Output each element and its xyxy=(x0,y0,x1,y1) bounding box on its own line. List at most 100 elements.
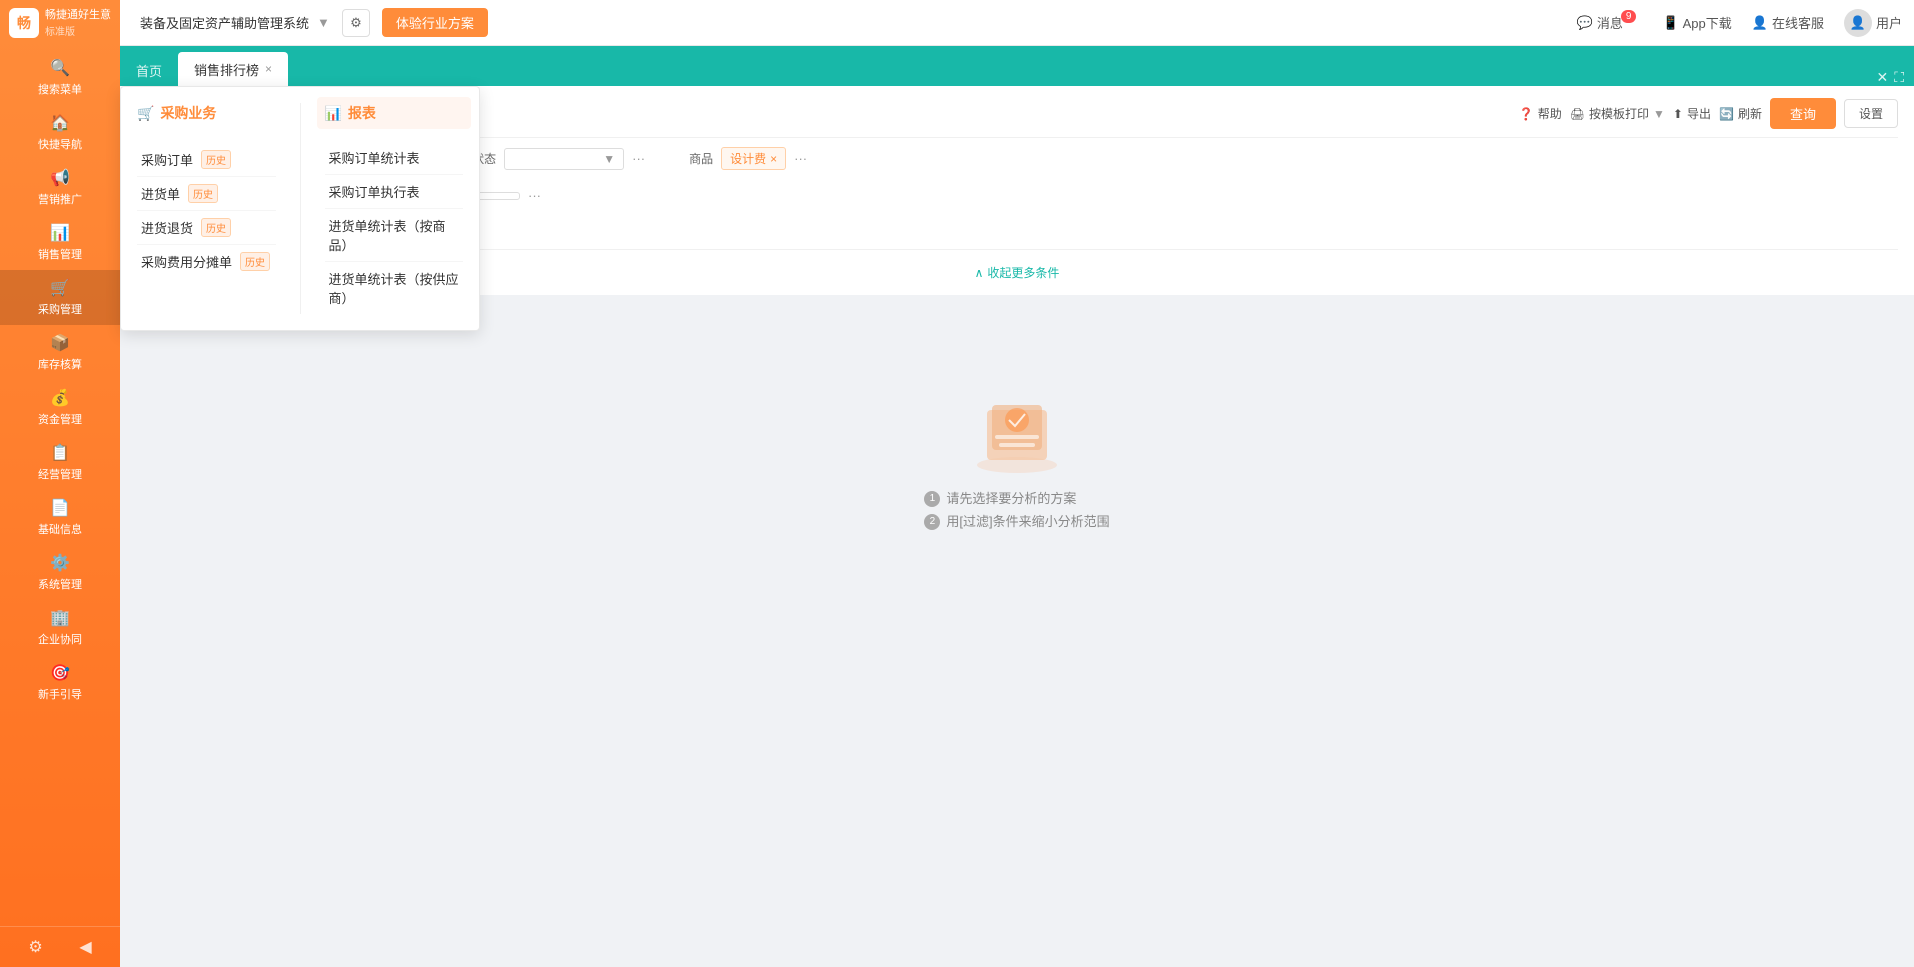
collapse-icon: ∧ xyxy=(975,266,984,280)
tab-close-btn[interactable]: × xyxy=(265,62,272,76)
sidebar-item-8[interactable]: 📄 基础信息 xyxy=(0,490,120,545)
dropdown-item-stock-in[interactable]: 进货单 历史 xyxy=(137,177,276,211)
message-badge: 9 xyxy=(1621,10,1637,23)
print-label: 按模板打印 xyxy=(1589,105,1649,122)
user-label: 用户 xyxy=(1876,13,1902,32)
tab-expand-icon[interactable]: ⛶ xyxy=(1894,69,1904,86)
sidebar-item-label-8: 基础信息 xyxy=(38,521,82,537)
sidebar-item-icon-8: 📄 xyxy=(50,498,70,518)
print-template-btn[interactable]: 🖨 按模板打印 ▼ xyxy=(1570,105,1665,122)
query-button[interactable]: 查询 xyxy=(1770,98,1836,129)
sidebar-item-2[interactable]: 📢 营销推广 xyxy=(0,160,120,215)
goods-tag-close[interactable]: × xyxy=(770,152,777,166)
refresh-btn[interactable]: 🔄 刷新 xyxy=(1719,105,1762,122)
sidebar-item-9[interactable]: ⚙️ 系统管理 xyxy=(0,545,120,600)
dropdown-divider xyxy=(300,103,301,314)
system-title-arrow[interactable]: ▼ xyxy=(317,15,330,30)
dropdown-item-purchase-exec[interactable]: 采购订单执行表 xyxy=(325,175,464,209)
purchase-exec-label: 采购订单执行表 xyxy=(329,182,420,201)
purchase-icon: 🛒 xyxy=(137,105,154,122)
export-icon: ⬆ xyxy=(1673,107,1683,121)
expense-history[interactable]: 历史 xyxy=(240,252,270,271)
message-icon: 💬 xyxy=(1577,15,1593,31)
settings-button[interactable]: 设置 xyxy=(1844,99,1898,128)
sidebar-item-1[interactable]: 🏠 快捷导航 xyxy=(0,105,120,160)
logo-name: 畅捷通好生意 xyxy=(45,8,111,22)
app-download-item[interactable]: 📱 App下载 xyxy=(1662,13,1731,32)
stock-in-history[interactable]: 历史 xyxy=(188,184,218,203)
hint-num-2: 2 xyxy=(924,514,940,530)
sidebar-item-icon-7: 📋 xyxy=(50,443,70,463)
sidebar-item-icon-3: 📊 xyxy=(50,223,70,243)
sidebar-item-0[interactable]: 🔍 搜索菜单 xyxy=(0,50,120,105)
refresh-icon: 🔄 xyxy=(1719,107,1734,121)
tab-home[interactable]: 首页 xyxy=(120,54,178,86)
avatar: 👤 xyxy=(1844,9,1872,37)
dropdown-item-purchase-stat[interactable]: 采购订单统计表 xyxy=(325,141,464,175)
help-icon: ❓ xyxy=(1519,107,1534,121)
online-service-item[interactable]: 👤 在线客服 xyxy=(1752,13,1824,32)
stock-supplier-label: 进货单统计表（按供应商） xyxy=(329,269,460,307)
system-title-area: 装备及固定资产辅助管理系统 ▼ ⚙ xyxy=(140,9,370,37)
service-icon: 👤 xyxy=(1752,15,1768,31)
salesperson-dots[interactable]: ··· xyxy=(528,188,541,203)
tab-close-all-icon[interactable]: ✕ xyxy=(1876,69,1888,86)
purchase-order-history[interactable]: 历史 xyxy=(201,150,231,169)
message-label: 消息 xyxy=(1597,13,1623,32)
sidebar-item-10[interactable]: 🏢 企业协同 xyxy=(0,600,120,655)
sidebar-settings-icon[interactable]: ⚙ xyxy=(28,937,42,957)
hint-text-1: 请先选择要分析的方案 xyxy=(946,487,1076,510)
sidebar: 畅 畅捷通好生意 标准版 🔍 搜索菜单 🏠 快捷导航 📢 营销推广 📊 销售管理… xyxy=(0,0,120,967)
sidebar-logo: 畅 畅捷通好生意 标准版 xyxy=(0,0,120,46)
sidebar-item-7[interactable]: 📋 经营管理 xyxy=(0,435,120,490)
stock-goods-label: 进货单统计表（按商品） xyxy=(329,216,460,254)
sidebar-item-5[interactable]: 📦 库存核算 xyxy=(0,325,120,380)
phone-icon: 📱 xyxy=(1662,15,1678,31)
sidebar-item-icon-11: 🎯 xyxy=(50,663,70,683)
dropdown-item-stock-goods[interactable]: 进货单统计表（按商品） xyxy=(325,209,464,262)
dropdown-item-return[interactable]: 进货退货 历史 xyxy=(137,211,276,245)
sidebar-item-6[interactable]: 💰 资金管理 xyxy=(0,380,120,435)
sidebar-collapse-icon[interactable]: ◀ xyxy=(79,937,91,957)
order-status-select[interactable]: ▼ xyxy=(504,148,624,170)
reports-title-text: 报表 xyxy=(348,103,376,123)
help-btn[interactable]: ❓ 帮助 xyxy=(1519,105,1562,122)
purchase-dropdown: 🛒 采购业务 采购订单 历史 进货单 历史 进货退货 历史 采购费用分摊单 历史… xyxy=(120,86,480,331)
sidebar-bottom: ⚙ ◀ xyxy=(0,926,120,967)
empty-icon xyxy=(957,375,1077,475)
system-settings-btn[interactable]: ⚙ xyxy=(342,9,370,37)
logo-edition: 标准版 xyxy=(45,23,111,38)
goods-dots[interactable]: ··· xyxy=(794,151,807,166)
stock-in-label: 进货单 xyxy=(141,184,180,203)
sidebar-item-label-2: 营销推广 xyxy=(38,191,82,207)
purchase-stat-label: 采购订单统计表 xyxy=(329,148,420,167)
goods-tag: 设计费 × xyxy=(721,147,786,170)
sidebar-item-icon-6: 💰 xyxy=(50,388,70,408)
sidebar-item-4[interactable]: 🛒 采购管理 xyxy=(0,270,120,325)
dropdown-item-purchase-order[interactable]: 采购订单 历史 xyxy=(137,143,276,177)
export-btn[interactable]: ⬆ 导出 xyxy=(1673,105,1711,122)
goods-tag-value: 设计费 xyxy=(730,150,766,167)
message-item[interactable]: 💬 消息 9 xyxy=(1577,13,1643,32)
top-right-area: 💬 消息 9 📱 App下载 👤 在线客服 👤 用户 xyxy=(1577,9,1902,37)
print-arrow: ▼ xyxy=(1653,107,1665,121)
order-status-arrow: ▼ xyxy=(603,152,615,166)
sidebar-item-3[interactable]: 📊 销售管理 xyxy=(0,215,120,270)
return-label: 进货退货 xyxy=(141,218,193,237)
reports-col: 📊 报表 采购订单统计表 采购订单执行表 进货单统计表（按商品） 进货单统计表（… xyxy=(325,103,464,314)
purchase-col-title: 🛒 采购业务 xyxy=(137,103,276,131)
tab-bar-actions: ✕ ⛶ xyxy=(1876,69,1914,86)
dropdown-item-stock-supplier[interactable]: 进货单统计表（按供应商） xyxy=(325,262,464,314)
sidebar-item-label-10: 企业协同 xyxy=(38,631,82,647)
trial-button[interactable]: 体验行业方案 xyxy=(382,8,488,37)
sidebar-item-icon-9: ⚙️ xyxy=(50,553,70,573)
tab-sales-rank[interactable]: 销售排行榜 × xyxy=(178,52,288,86)
return-history[interactable]: 历史 xyxy=(201,218,231,237)
sidebar-item-icon-4: 🛒 xyxy=(50,278,70,298)
sidebar-item-11[interactable]: 🎯 新手引导 xyxy=(0,655,120,710)
hint-text-2: 用[过滤]条件来缩小分析范围 xyxy=(946,510,1109,533)
order-status-dots[interactable]: ··· xyxy=(632,151,645,166)
refresh-label: 刷新 xyxy=(1738,105,1762,122)
user-item[interactable]: 👤 用户 xyxy=(1844,9,1902,37)
dropdown-item-expense[interactable]: 采购费用分摊单 历史 xyxy=(137,245,276,278)
